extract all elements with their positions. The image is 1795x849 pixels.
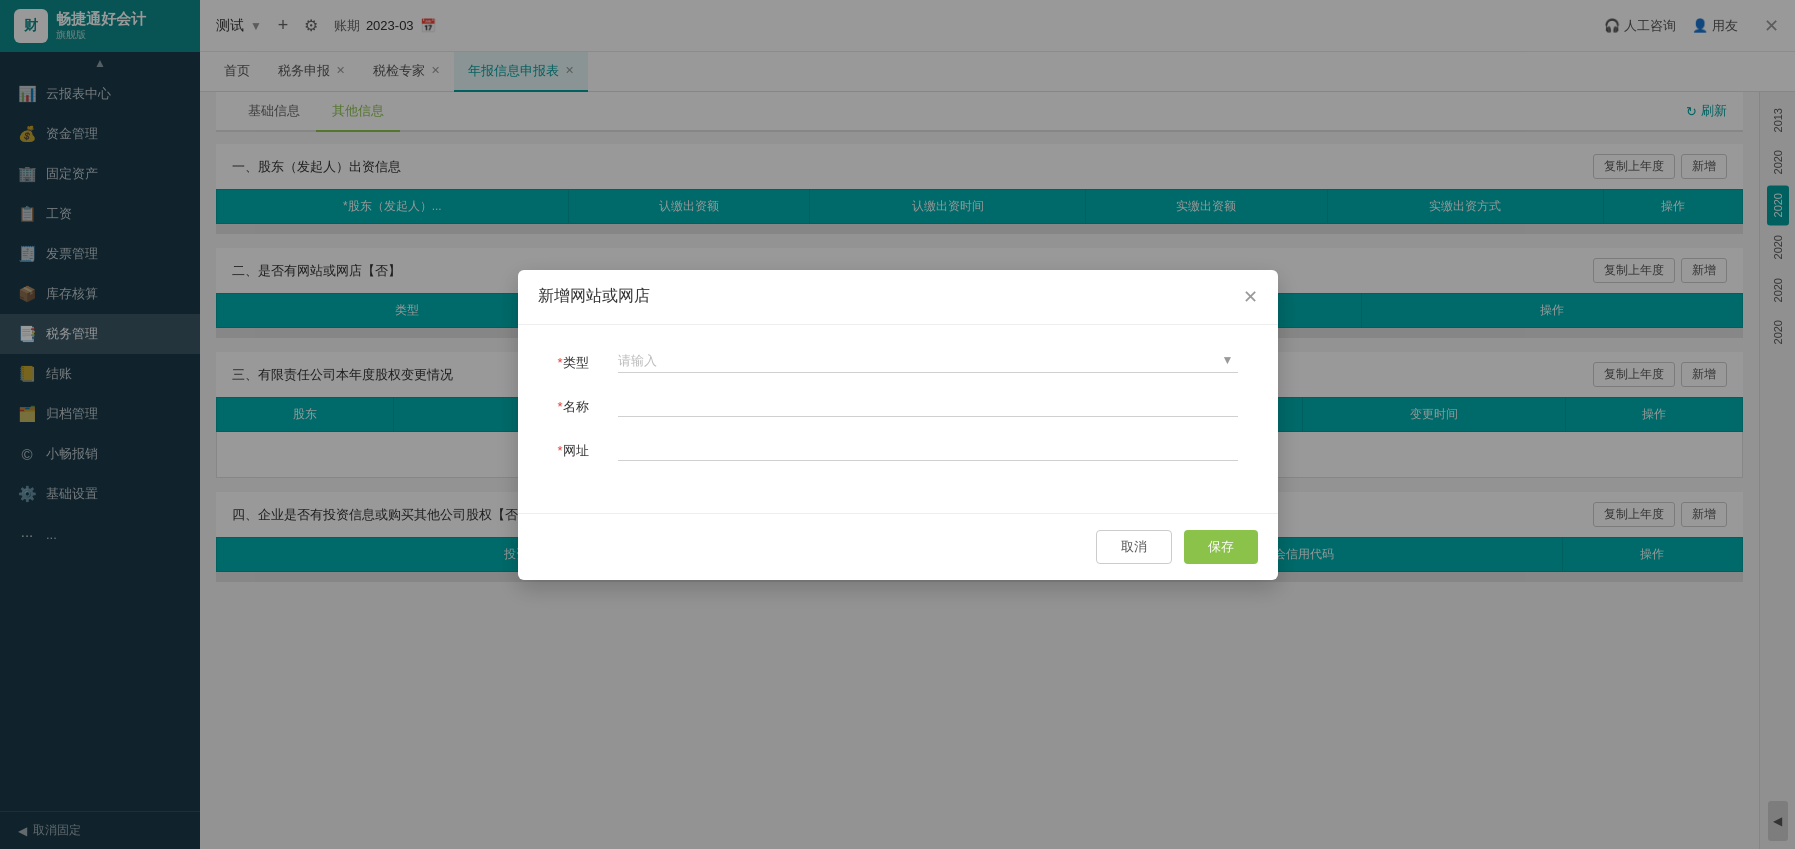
modal-footer: 取消 保存 (518, 513, 1278, 580)
form-group-type: *类型 ▼ (558, 353, 1238, 373)
type-dropdown-icon: ▼ (1222, 353, 1234, 367)
modal-title: 新增网站或网店 (538, 286, 650, 307)
field-url-label: *网址 (558, 442, 618, 460)
field-type-input[interactable] (618, 353, 1238, 368)
form-group-name: *名称 (558, 397, 1238, 417)
field-url-input[interactable] (618, 441, 1238, 456)
add-website-modal: 新增网站或网店 ✕ *类型 ▼ *名称 (518, 270, 1278, 580)
required-star-name: * (558, 399, 563, 414)
modal-close-button[interactable]: ✕ (1243, 286, 1258, 308)
field-name-input[interactable] (618, 397, 1238, 412)
modal-header: 新增网站或网店 ✕ (518, 270, 1278, 325)
modal-body: *类型 ▼ *名称 *网址 (518, 325, 1278, 513)
save-button[interactable]: 保存 (1184, 530, 1258, 564)
field-url-wrap (618, 441, 1238, 461)
form-group-url: *网址 (558, 441, 1238, 461)
field-type-wrap: ▼ (618, 353, 1238, 373)
required-star-url: * (558, 443, 563, 458)
field-name-label: *名称 (558, 398, 618, 416)
required-star: * (558, 355, 563, 370)
cancel-button[interactable]: 取消 (1096, 530, 1172, 564)
modal-overlay: 新增网站或网店 ✕ *类型 ▼ *名称 (0, 0, 1795, 849)
field-name-wrap (618, 397, 1238, 417)
field-type-label: *类型 (558, 354, 618, 372)
